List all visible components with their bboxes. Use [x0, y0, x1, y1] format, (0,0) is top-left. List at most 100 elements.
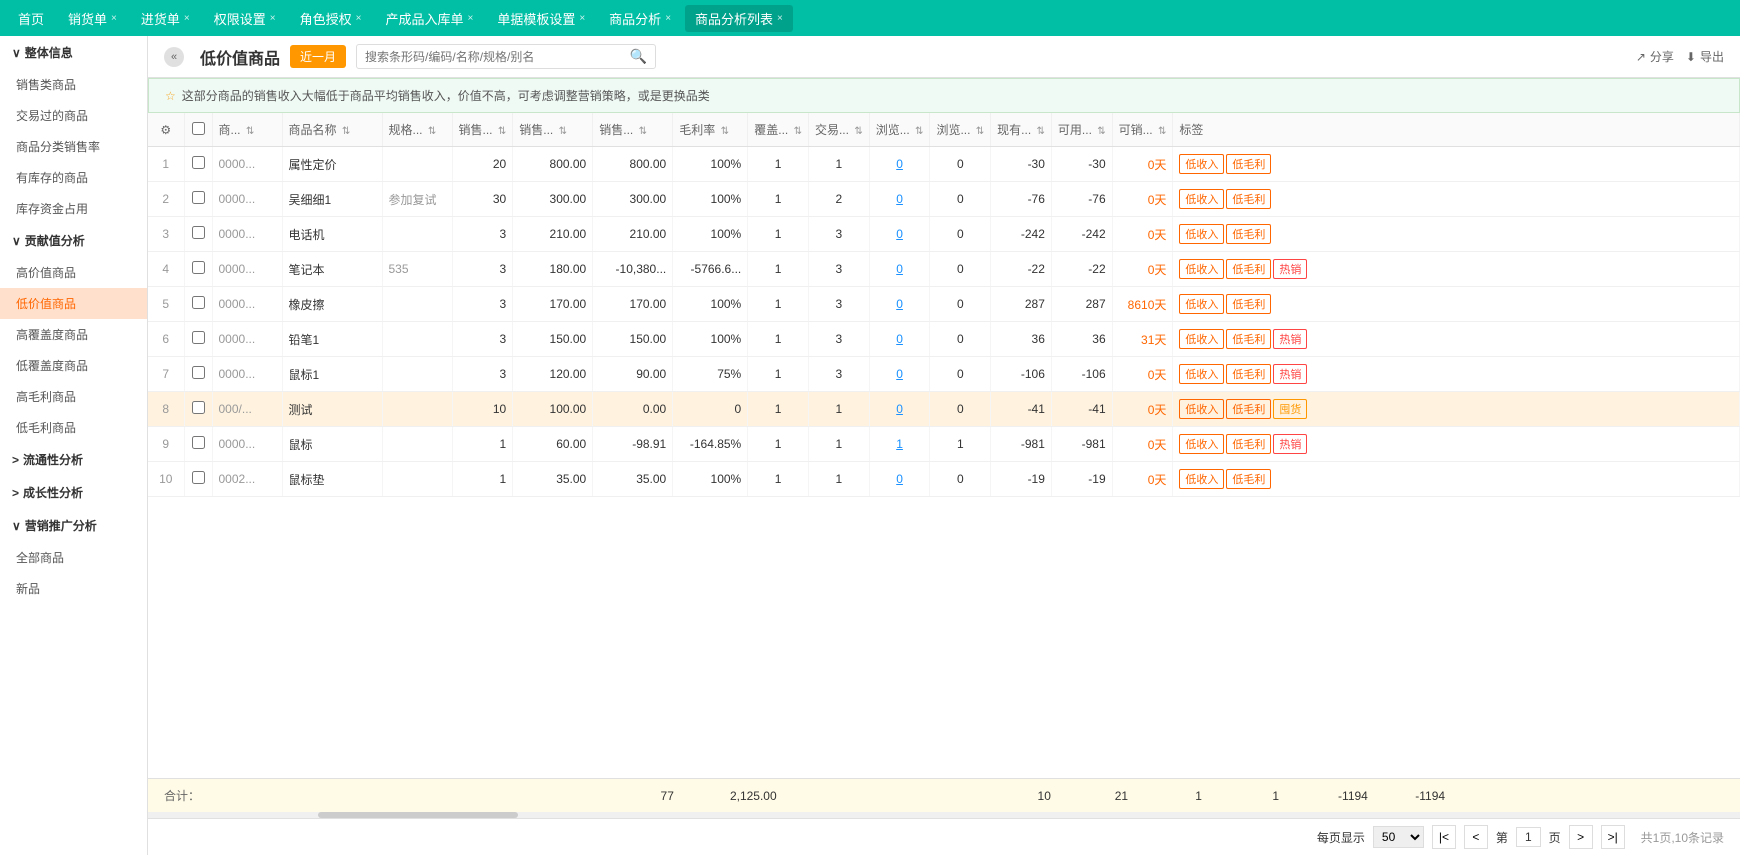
scrollbar-thumb[interactable] [318, 812, 518, 818]
col-margin[interactable]: 毛利率 ⇅ [673, 113, 748, 147]
search-icon[interactable]: 🔍 [630, 48, 647, 65]
nav-product-analysis-list[interactable]: 商品分析列表 × [685, 5, 793, 32]
col-sales2[interactable]: 销售... ⇅ [513, 113, 593, 147]
row-view1[interactable]: 0 [869, 252, 930, 287]
col-current[interactable]: 现有... ⇅ [991, 113, 1052, 147]
nav-close-role-auth[interactable]: × [356, 13, 362, 24]
col-sales3[interactable]: 销售... ⇅ [593, 113, 673, 147]
row-view1[interactable]: 0 [869, 182, 930, 217]
row-current: 36 [991, 322, 1052, 357]
row-checkbox-cell[interactable] [184, 252, 212, 287]
sidebar-item-low-coverage[interactable]: 低覆盖度商品 [0, 350, 147, 381]
row-checkbox-cell[interactable] [184, 392, 212, 427]
sidebar-item-low-margin[interactable]: 低毛利商品 [0, 412, 147, 443]
nav-purchase-order[interactable]: 进货单 × [131, 5, 200, 32]
sidebar-item-high-coverage[interactable]: 高覆盖度商品 [0, 319, 147, 350]
sidebar-section-contribution[interactable]: ∨ 贡献值分析 [0, 224, 147, 257]
row-checkbox[interactable] [192, 471, 205, 484]
filter-recent-month-btn[interactable]: 近一月 [290, 45, 346, 68]
row-checkbox[interactable] [192, 366, 205, 379]
col-sellable[interactable]: 可销... ⇅ [1112, 113, 1173, 147]
row-checkbox-cell[interactable] [184, 147, 212, 182]
row-checkbox[interactable] [192, 191, 205, 204]
row-name: 橡皮擦 [282, 287, 382, 322]
row-view1[interactable]: 0 [869, 147, 930, 182]
col-sales1[interactable]: 销售... ⇅ [452, 113, 513, 147]
row-checkbox[interactable] [192, 331, 205, 344]
next-page-btn[interactable]: > [1569, 825, 1593, 849]
prev-page-btn[interactable]: < [1464, 825, 1488, 849]
nav-close-permission-settings[interactable]: × [270, 13, 276, 24]
col-coverage[interactable]: 覆盖... ⇅ [748, 113, 809, 147]
col-checkbox-all[interactable] [184, 113, 212, 147]
sidebar-item-low-value[interactable]: 低价值商品 [0, 288, 147, 319]
sidebar-section-overview[interactable]: ∨ 整体信息 [0, 36, 147, 69]
row-checkbox[interactable] [192, 296, 205, 309]
col-tags[interactable]: 标签 [1173, 113, 1740, 147]
sidebar-item-category-sales-rate[interactable]: 商品分类销售率 [0, 131, 147, 162]
sidebar-item-new-products[interactable]: 新品 [0, 573, 147, 604]
row-checkbox[interactable] [192, 261, 205, 274]
sidebar-item-traded-products[interactable]: 交易过的商品 [0, 100, 147, 131]
nav-home[interactable]: 首页 [8, 5, 54, 32]
col-code[interactable]: 商... ⇅ [212, 113, 282, 147]
sidebar-item-sales-products[interactable]: 销售类商品 [0, 69, 147, 100]
nav-template-settings[interactable]: 单据模板设置 × [487, 5, 595, 32]
first-page-btn[interactable]: |< [1432, 825, 1456, 849]
nav-close-product-analysis-list[interactable]: × [777, 13, 783, 24]
row-coverage: 1 [748, 462, 809, 497]
select-all-checkbox[interactable] [192, 122, 205, 135]
col-view2[interactable]: 浏览... ⇅ [930, 113, 991, 147]
sidebar-item-high-margin[interactable]: 高毛利商品 [0, 381, 147, 412]
nav-role-auth[interactable]: 角色授权 × [290, 5, 372, 32]
col-settings[interactable]: ⚙ [148, 113, 184, 147]
nav-close-sales-order[interactable]: × [111, 13, 117, 24]
nav-sales-order[interactable]: 销货单 × [58, 5, 127, 32]
last-page-btn[interactable]: >| [1601, 825, 1625, 849]
horizontal-scrollbar[interactable] [148, 812, 1740, 818]
nav-close-product-storage[interactable]: × [467, 13, 473, 24]
row-view1[interactable]: 1 [869, 427, 930, 462]
sidebar-item-stocked-products[interactable]: 有库存的商品 [0, 162, 147, 193]
row-checkbox-cell[interactable] [184, 217, 212, 252]
col-available[interactable]: 可用... ⇅ [1051, 113, 1112, 147]
row-checkbox-cell[interactable] [184, 322, 212, 357]
row-view1[interactable]: 0 [869, 392, 930, 427]
nav-product-analysis[interactable]: 商品分析 × [599, 5, 681, 32]
row-checkbox-cell[interactable] [184, 357, 212, 392]
col-transaction[interactable]: 交易... ⇅ [808, 113, 869, 147]
share-btn[interactable]: ↗ 分享 [1636, 48, 1674, 65]
row-checkbox-cell[interactable] [184, 427, 212, 462]
sidebar-section-growth[interactable]: > 成长性分析 [0, 476, 147, 509]
nav-product-storage[interactable]: 产成品入库单 × [375, 5, 483, 32]
sidebar-section-marketing[interactable]: ∨ 营销推广分析 [0, 509, 147, 542]
search-input[interactable] [365, 50, 630, 64]
nav-permission-settings[interactable]: 权限设置 × [204, 5, 286, 32]
page-size-select[interactable]: 50 100 [1373, 826, 1424, 848]
col-spec[interactable]: 规格... ⇅ [382, 113, 452, 147]
row-view1[interactable]: 0 [869, 322, 930, 357]
export-btn[interactable]: ⬇ 导出 [1686, 48, 1724, 65]
nav-close-template-settings[interactable]: × [579, 13, 585, 24]
col-name[interactable]: 商品名称 ⇅ [282, 113, 382, 147]
sidebar-section-circulation[interactable]: > 流通性分析 [0, 443, 147, 476]
row-checkbox[interactable] [192, 156, 205, 169]
row-checkbox-cell[interactable] [184, 462, 212, 497]
row-view1[interactable]: 0 [869, 462, 930, 497]
col-view1[interactable]: 浏览... ⇅ [869, 113, 930, 147]
chevron-right-icon: > [12, 453, 19, 467]
nav-close-product-analysis[interactable]: × [665, 13, 671, 24]
collapse-sidebar-btn[interactable]: « [164, 47, 184, 67]
sidebar-item-high-value[interactable]: 高价值商品 [0, 257, 147, 288]
sidebar-item-all-products[interactable]: 全部商品 [0, 542, 147, 573]
row-view1[interactable]: 0 [869, 357, 930, 392]
row-checkbox[interactable] [192, 226, 205, 239]
sidebar-item-inventory-capital[interactable]: 库存资金占用 [0, 193, 147, 224]
row-view1[interactable]: 0 [869, 287, 930, 322]
row-checkbox-cell[interactable] [184, 287, 212, 322]
row-checkbox-cell[interactable] [184, 182, 212, 217]
row-checkbox[interactable] [192, 401, 205, 414]
nav-close-purchase-order[interactable]: × [184, 13, 190, 24]
row-view1[interactable]: 0 [869, 217, 930, 252]
row-checkbox[interactable] [192, 436, 205, 449]
